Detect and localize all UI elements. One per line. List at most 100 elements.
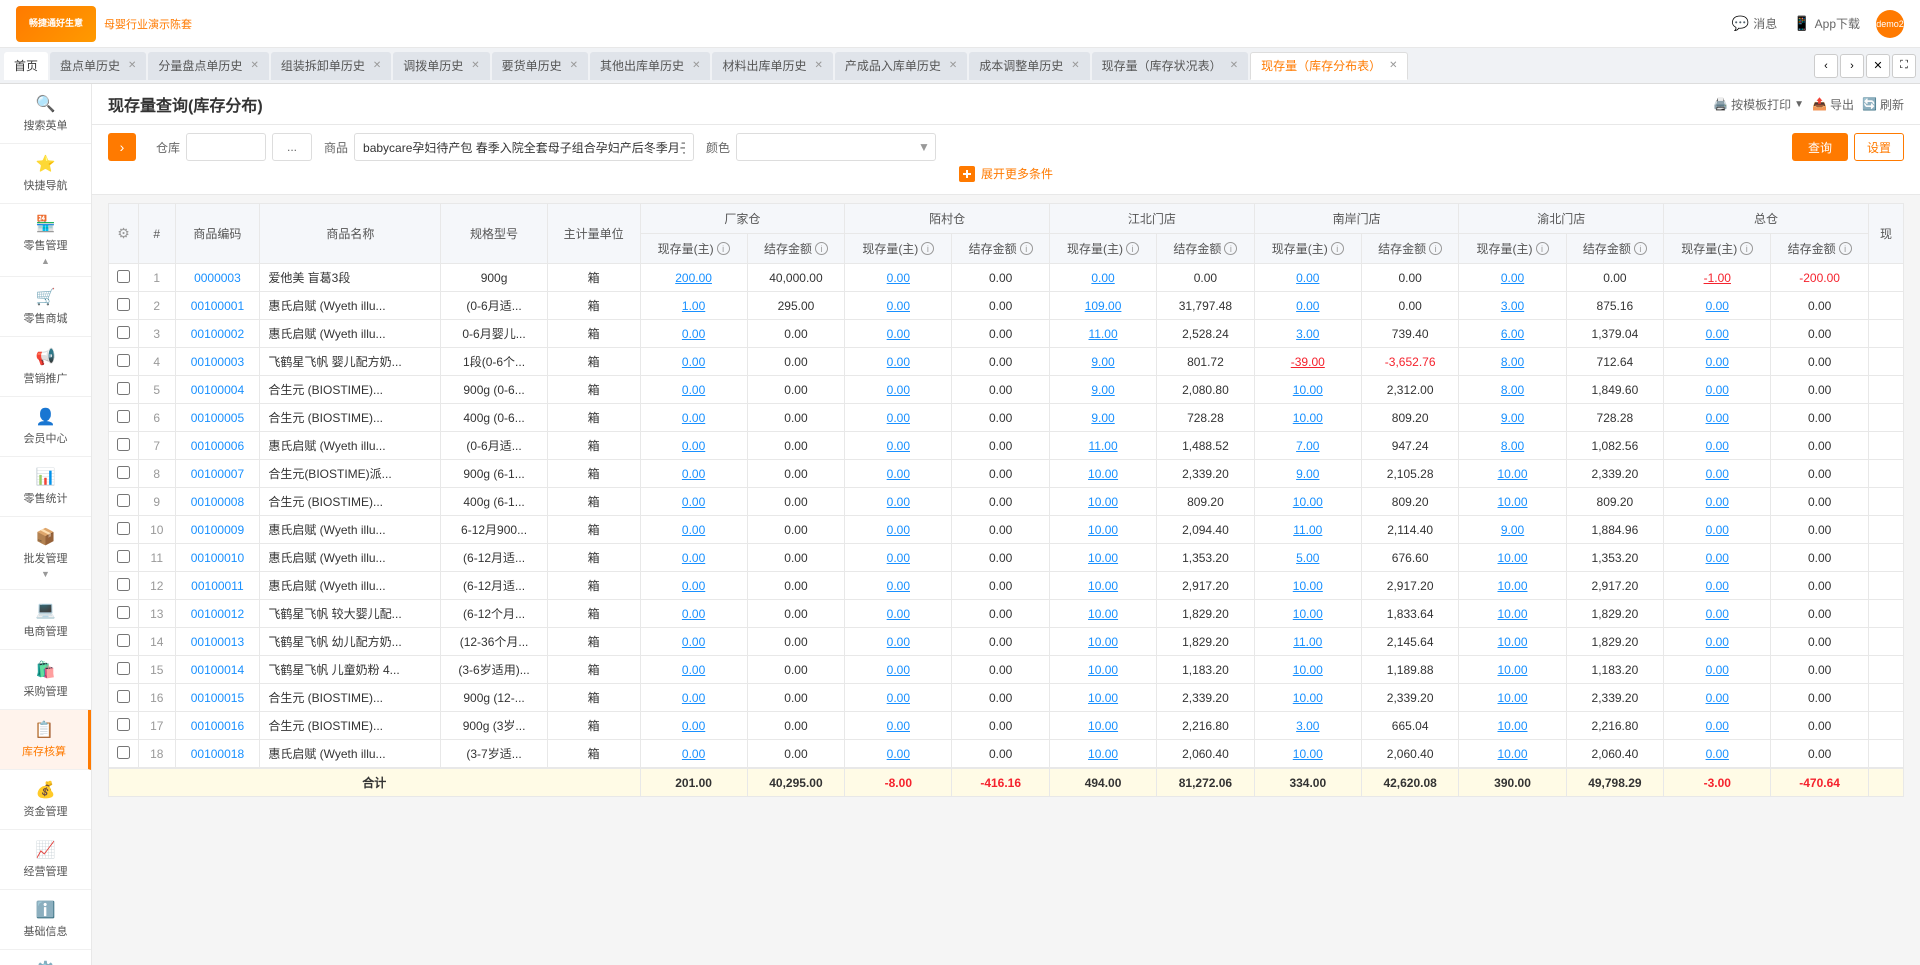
tab-close-3[interactable]: ✕: [373, 60, 381, 71]
sidebar-item-purchase[interactable]: 🛍️ 采购管理: [0, 650, 91, 710]
cell-mc-qty[interactable]: 0.00: [845, 684, 952, 712]
cell-yb-qty[interactable]: 10.00: [1459, 656, 1566, 684]
cell-fj-qty[interactable]: 0.00: [640, 376, 747, 404]
cell-na-qty[interactable]: 10.00: [1254, 404, 1361, 432]
sidebar-item-mall[interactable]: 🛒 零售商城: [0, 277, 91, 337]
mc-amt-info-icon[interactable]: i: [1020, 242, 1033, 255]
cell-zc-qty[interactable]: 0.00: [1664, 712, 1771, 740]
cell-jb-qty[interactable]: 11.00: [1049, 432, 1156, 460]
cell-jb-qty[interactable]: 10.00: [1049, 572, 1156, 600]
cell-check[interactable]: [109, 572, 139, 600]
cell-check[interactable]: [109, 460, 139, 488]
cell-zc-qty[interactable]: 0.00: [1664, 404, 1771, 432]
cell-fj-qty[interactable]: 0.00: [640, 516, 747, 544]
cell-yb-qty[interactable]: 10.00: [1459, 488, 1566, 516]
cell-jb-qty[interactable]: 10.00: [1049, 628, 1156, 656]
expand-row[interactable]: 展开更多条件: [108, 161, 1904, 186]
cell-jb-qty[interactable]: 10.00: [1049, 488, 1156, 516]
tab-6[interactable]: 其他出库单历史 ✕: [590, 52, 710, 80]
cell-fj-qty[interactable]: 200.00: [640, 264, 747, 292]
warehouse-input[interactable]: [186, 133, 266, 161]
cell-jb-qty[interactable]: 10.00: [1049, 712, 1156, 740]
cell-fj-qty[interactable]: 0.00: [640, 628, 747, 656]
cell-na-qty[interactable]: 10.00: [1254, 684, 1361, 712]
print-btn[interactable]: 🖨️ 按模板打印 ▼: [1713, 96, 1804, 113]
settings-th[interactable]: ⚙: [109, 204, 139, 264]
cell-yb-qty[interactable]: 9.00: [1459, 516, 1566, 544]
jb-qty-info-icon[interactable]: i: [1126, 242, 1139, 255]
export-btn[interactable]: 📤 导出: [1812, 96, 1854, 113]
cell-jb-qty[interactable]: 10.00: [1049, 600, 1156, 628]
tab-home[interactable]: 首页: [4, 52, 48, 80]
tab-close-all-btn[interactable]: ✕: [1866, 54, 1890, 78]
tab-2[interactable]: 分量盘点单历史 ✕: [148, 52, 268, 80]
mc-qty-info-icon[interactable]: i: [921, 242, 934, 255]
cell-mc-qty[interactable]: 0.00: [845, 376, 952, 404]
cell-mc-qty[interactable]: 0.00: [845, 712, 952, 740]
cell-check[interactable]: [109, 292, 139, 320]
cell-mc-qty[interactable]: 0.00: [845, 740, 952, 769]
cell-zc-qty[interactable]: 0.00: [1664, 348, 1771, 376]
query-btn[interactable]: 查询: [1792, 133, 1848, 161]
cell-yb-qty[interactable]: 10.00: [1459, 600, 1566, 628]
cell-check[interactable]: [109, 488, 139, 516]
cell-fj-qty[interactable]: 0.00: [640, 600, 747, 628]
cell-yb-qty[interactable]: 10.00: [1459, 460, 1566, 488]
warehouse-ellipsis-btn[interactable]: ...: [272, 133, 312, 161]
cell-na-qty[interactable]: 10.00: [1254, 740, 1361, 769]
cell-zc-qty[interactable]: 0.00: [1664, 320, 1771, 348]
color-input[interactable]: [736, 133, 936, 161]
cell-yb-qty[interactable]: 0.00: [1459, 264, 1566, 292]
cell-yb-qty[interactable]: 3.00: [1459, 292, 1566, 320]
cell-mc-qty[interactable]: 0.00: [845, 628, 952, 656]
cell-jb-qty[interactable]: 10.00: [1049, 656, 1156, 684]
cell-mc-qty[interactable]: 0.00: [845, 656, 952, 684]
cell-jb-qty[interactable]: 10.00: [1049, 684, 1156, 712]
cell-na-qty[interactable]: 0.00: [1254, 292, 1361, 320]
tab-close-5[interactable]: ✕: [570, 60, 578, 71]
sidebar-item-marketing[interactable]: 📢 营销推广: [0, 337, 91, 397]
sidebar-item-nav[interactable]: ⭐ 快捷导航: [0, 144, 91, 204]
cell-mc-qty[interactable]: 0.00: [845, 292, 952, 320]
cell-mc-qty[interactable]: 0.00: [845, 404, 952, 432]
cell-jb-qty[interactable]: 10.00: [1049, 544, 1156, 572]
cell-check[interactable]: [109, 740, 139, 769]
cell-jb-qty[interactable]: 0.00: [1049, 264, 1156, 292]
cell-na-qty[interactable]: -39.00: [1254, 348, 1361, 376]
cell-zc-qty[interactable]: 0.00: [1664, 376, 1771, 404]
cell-jb-qty[interactable]: 109.00: [1049, 292, 1156, 320]
cell-jb-qty[interactable]: 9.00: [1049, 348, 1156, 376]
refresh-btn[interactable]: 🔄 刷新: [1862, 96, 1904, 113]
cell-na-qty[interactable]: 10.00: [1254, 376, 1361, 404]
cell-fj-qty[interactable]: 1.00: [640, 292, 747, 320]
cell-mc-qty[interactable]: 0.00: [845, 320, 952, 348]
cell-na-qty[interactable]: 5.00: [1254, 544, 1361, 572]
tab-3[interactable]: 组装拆卸单历史 ✕: [271, 52, 391, 80]
tab-close-8[interactable]: ✕: [949, 60, 957, 71]
cell-na-qty[interactable]: 10.00: [1254, 488, 1361, 516]
expand-search-btn[interactable]: ›: [108, 133, 136, 161]
cell-fj-qty[interactable]: 0.00: [640, 320, 747, 348]
cell-check[interactable]: [109, 544, 139, 572]
sidebar-item-wholesale[interactable]: 📦 批发管理 ▼: [0, 517, 91, 590]
sidebar-item-system[interactable]: ⚙️ 系统管理: [0, 950, 91, 965]
cell-na-qty[interactable]: 9.00: [1254, 460, 1361, 488]
na-amt-info-icon[interactable]: i: [1429, 242, 1442, 255]
tab-next-btn[interactable]: ›: [1840, 54, 1864, 78]
cell-fj-qty[interactable]: 0.00: [640, 712, 747, 740]
zc-qty-info-icon[interactable]: i: [1740, 242, 1753, 255]
cell-jb-qty[interactable]: 10.00: [1049, 460, 1156, 488]
cell-fj-qty[interactable]: 0.00: [640, 544, 747, 572]
cell-yb-qty[interactable]: 8.00: [1459, 432, 1566, 460]
cell-mc-qty[interactable]: 0.00: [845, 264, 952, 292]
cell-yb-qty[interactable]: 6.00: [1459, 320, 1566, 348]
cell-mc-qty[interactable]: 0.00: [845, 348, 952, 376]
cell-na-qty[interactable]: 10.00: [1254, 656, 1361, 684]
cell-fj-qty[interactable]: 0.00: [640, 488, 747, 516]
sidebar-item-finance[interactable]: 💰 资金管理: [0, 770, 91, 830]
cell-check[interactable]: [109, 628, 139, 656]
tab-11-active[interactable]: 现存量（库存分布表） ✕: [1250, 52, 1408, 80]
product-input[interactable]: [354, 133, 694, 161]
app-download-btn[interactable]: 📱 App下载: [1793, 15, 1860, 32]
message-btn[interactable]: 💬 消息: [1732, 15, 1777, 32]
